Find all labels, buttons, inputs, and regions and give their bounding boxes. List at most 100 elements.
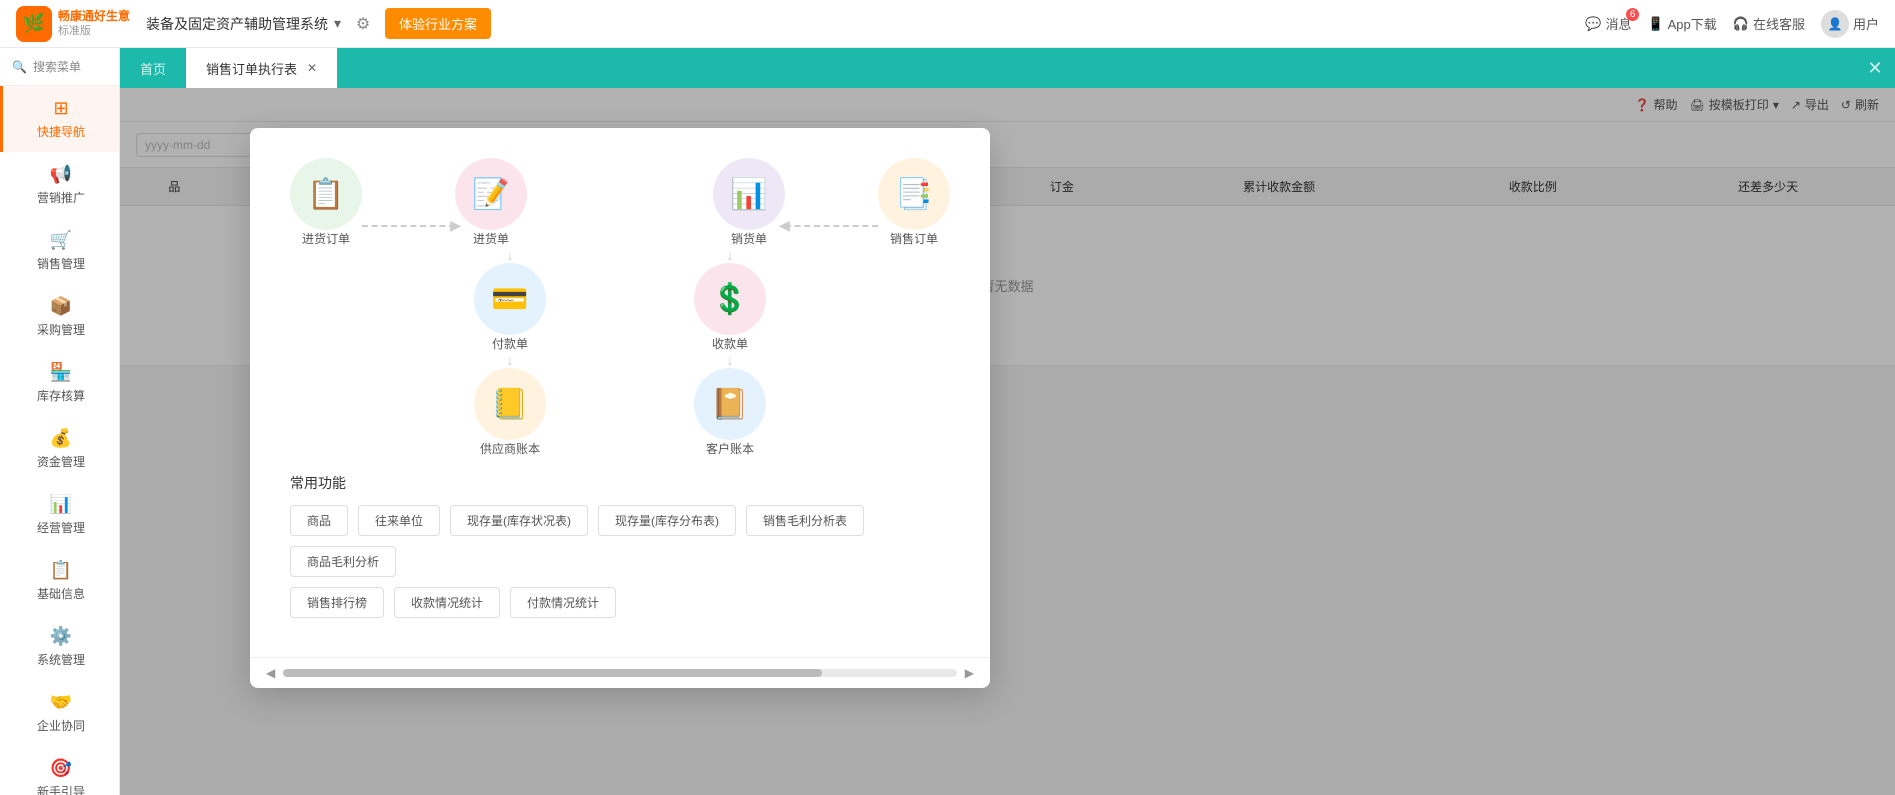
sidebar-label-collab: 企业协同 [37,717,85,734]
modal-content: 📋 进货订单 ▶ [250,128,990,657]
tab-close-icon[interactable]: ✕ [307,61,317,75]
sidebar-item-sales[interactable]: 🛒 销售管理 [0,218,119,284]
flow-node-payment-out: 💳 付款单 [474,263,546,352]
flow-node-supplier-ledger: 📒 供应商账本 [474,368,546,457]
scrollbar-thumb [283,669,822,677]
common-functions-section: 常用功能 商品 往来单位 现存量(库存状况表) 现存量(库存分布表) 销售毛利分… [290,473,950,618]
payment-out-circle: 💳 [474,263,546,335]
arrow-down-receipt: ↓ [675,247,785,263]
modal: 📋 进货订单 ▶ [250,128,990,688]
sidebar-label-operations: 经营管理 [37,519,85,536]
spacer-mid2 [565,247,675,263]
sidebar-item-operations[interactable]: 📊 经营管理 [0,482,119,548]
payment-out-label: 付款单 [492,335,528,352]
btn-stock-status[interactable]: 现存量(库存状况表) [450,505,588,536]
sidebar-item-inventory[interactable]: 🏪 库存核算 [0,350,119,416]
tab-sales-order[interactable]: 销售订单执行表 ✕ [186,48,337,88]
supplier-ledger-circle: 📒 [474,368,546,440]
service-icon: 🎧 [1733,16,1749,32]
arrow-purchase: ▶ [362,225,455,227]
sidebar-item-finance[interactable]: 💰 资金管理 [0,416,119,482]
sidebar-label-quick: 快捷导航 [37,123,85,140]
sidebar-item-purchase[interactable]: 📦 采购管理 [0,284,119,350]
system-dropdown[interactable]: ▾ [334,15,341,32]
sidebar-label-finance: 资金管理 [37,453,85,470]
common-functions-title: 常用功能 [290,473,950,493]
sidebar-item-quick[interactable]: ⊞ 快捷导航 [0,86,119,152]
s1 [290,352,400,368]
avatar: 👤 [1821,10,1849,38]
logo-icon: 🌿 [16,6,52,42]
sales-bill-label: 销货单 [731,230,767,247]
common-btns-row2: 销售排行榜 收款情况统计 付款情况统计 [290,587,950,618]
message-btn[interactable]: 💬 消息 6 [1585,14,1631,33]
arrow-sales: ◀ [785,225,878,227]
tab-bar: 首页 销售订单执行表 ✕ ✕ [120,48,1895,88]
user-btn[interactable]: 👤 用户 [1821,10,1879,38]
receipt-label: 收款单 [712,335,748,352]
btn-goods[interactable]: 商品 [290,505,348,536]
customer-ledger-label: 客户账本 [706,440,754,457]
sidebar-label-inventory: 库存核算 [37,387,85,404]
btn-partners[interactable]: 往来单位 [358,505,440,536]
sidebar-item-system[interactable]: ⚙️ 系统管理 [0,614,119,680]
sidebar-item-basic[interactable]: 📋 基础信息 [0,548,119,614]
app-download-btn[interactable]: 📱 App下载 [1647,14,1716,33]
flow-node-sales-order: 📑 销售订单 [878,158,950,247]
flow-node-purchase-order: 📋 进货订单 [290,158,362,247]
btn-stock-distribution[interactable]: 现存量(库存分布表) [598,505,736,536]
system-title: 装备及固定资产辅助管理系统 [146,14,328,34]
flow-node-sales-bill: 📊 销货单 [713,158,785,247]
arrow-down-customer: ↓ [675,352,785,368]
finance-icon: 💰 [50,428,72,449]
sidebar-item-newbie[interactable]: 🎯 新手引导 [0,746,119,795]
purchase-order-label: 进货订单 [302,230,350,247]
try-btn[interactable]: 体验行业方案 [385,8,491,39]
scroll-left-arrow[interactable]: ◀ [266,666,275,680]
btn-sales-gross[interactable]: 销售毛利分析表 [746,505,864,536]
flow-node-receipt: 💲 收款单 [694,263,766,352]
message-icon: 💬 [1585,16,1601,32]
header-right: 💬 消息 6 📱 App下载 🎧 在线客服 👤 用户 [1585,10,1879,38]
tab-home[interactable]: 首页 [120,48,186,88]
tab-home-label: 首页 [140,59,166,78]
common-btns-row1: 商品 往来单位 现存量(库存状况表) 现存量(库存分布表) 销售毛利分析表 商品… [290,505,950,577]
btn-goods-gross[interactable]: 商品毛利分析 [290,546,396,577]
sales-order-label: 销售订单 [890,230,938,247]
purchase-icon: 📦 [50,296,72,317]
flow-node-purchase-bill: 📝 进货单 [455,158,527,247]
btn-sales-rank[interactable]: 销售排行榜 [290,587,384,618]
logo: 🌿 畅康通好生意 标准版 [16,6,136,42]
spacer-left [290,247,400,263]
system-title-area: 装备及固定资产辅助管理系统 ▾ ⚙ 体验行业方案 [146,8,1585,39]
sidebar-label-marketing: 营销推广 [37,189,85,206]
header: 🌿 畅康通好生意 标准版 装备及固定资产辅助管理系统 ▾ ⚙ 体验行业方案 💬 … [0,0,1895,48]
modal-overlay[interactable]: 📋 进货订单 ▶ [120,88,1895,795]
flow-node-customer-ledger: 📔 客户账本 [694,368,766,457]
sidebar-item-collab[interactable]: 🤝 企业协同 [0,680,119,746]
newbie-icon: 🎯 [50,758,72,779]
sidebar-label-newbie: 新手引导 [37,783,85,795]
s3 [565,352,675,368]
settings-icon[interactable]: ⚙ [349,10,377,38]
scrollbar-track[interactable] [283,669,957,677]
sales-icon: 🛒 [50,230,72,251]
marketing-icon: 📢 [50,164,72,185]
service-btn[interactable]: 🎧 在线客服 [1733,14,1805,33]
basic-icon: 📋 [50,560,72,581]
s4 [785,352,840,368]
btn-payment-stats[interactable]: 付款情况统计 [510,587,616,618]
btn-collection-stats[interactable]: 收款情况统计 [394,587,500,618]
sidebar-search[interactable]: 🔍 搜索菜单 [0,48,119,86]
purchase-bill-circle: 📝 [455,158,527,230]
scroll-right-arrow[interactable]: ▶ [965,666,974,680]
tab-sales-order-label: 销售订单执行表 [206,59,297,78]
message-badge: 6 [1626,8,1640,21]
search-icon: 🔍 [12,60,27,74]
spacer-arrow1 [400,247,455,263]
sidebar-item-marketing[interactable]: 📢 营销推广 [0,152,119,218]
spacer-arrow2 [785,247,840,263]
tab-global-close[interactable]: ✕ [1855,48,1895,88]
sidebar-label-purchase: 采购管理 [37,321,85,338]
customer-ledger-circle: 📔 [694,368,766,440]
